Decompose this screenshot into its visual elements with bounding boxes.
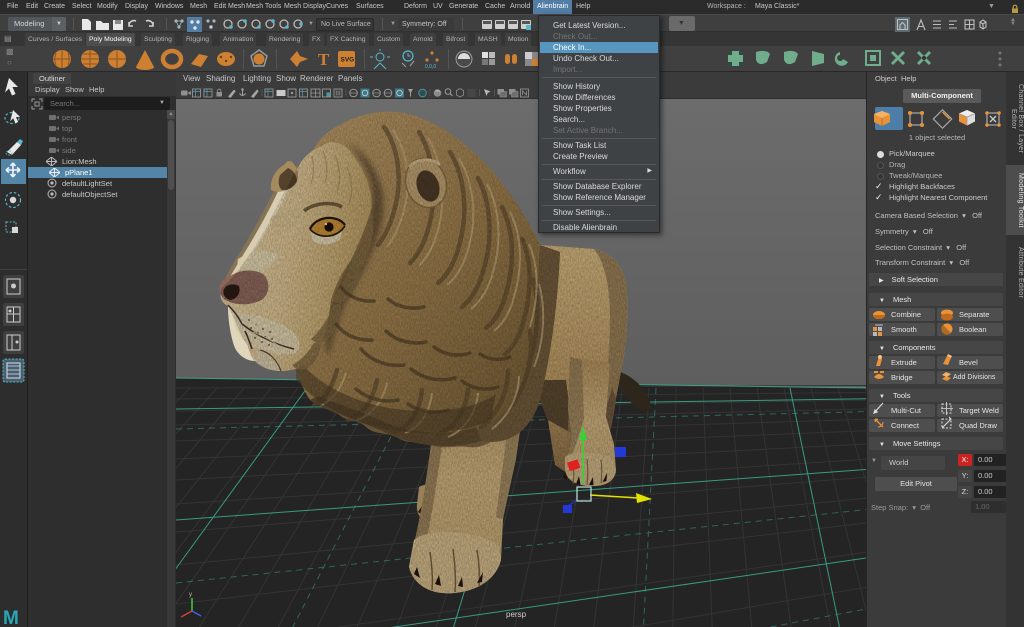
svg-text:0,0,0: 0,0,0 xyxy=(425,64,436,70)
svg-text:SVG: SVG xyxy=(341,57,355,64)
svg-text:M: M xyxy=(3,608,19,627)
svg-text:T: T xyxy=(318,50,330,69)
svg-text:y: y xyxy=(189,592,192,598)
svg-text:persp: persp xyxy=(506,610,527,619)
